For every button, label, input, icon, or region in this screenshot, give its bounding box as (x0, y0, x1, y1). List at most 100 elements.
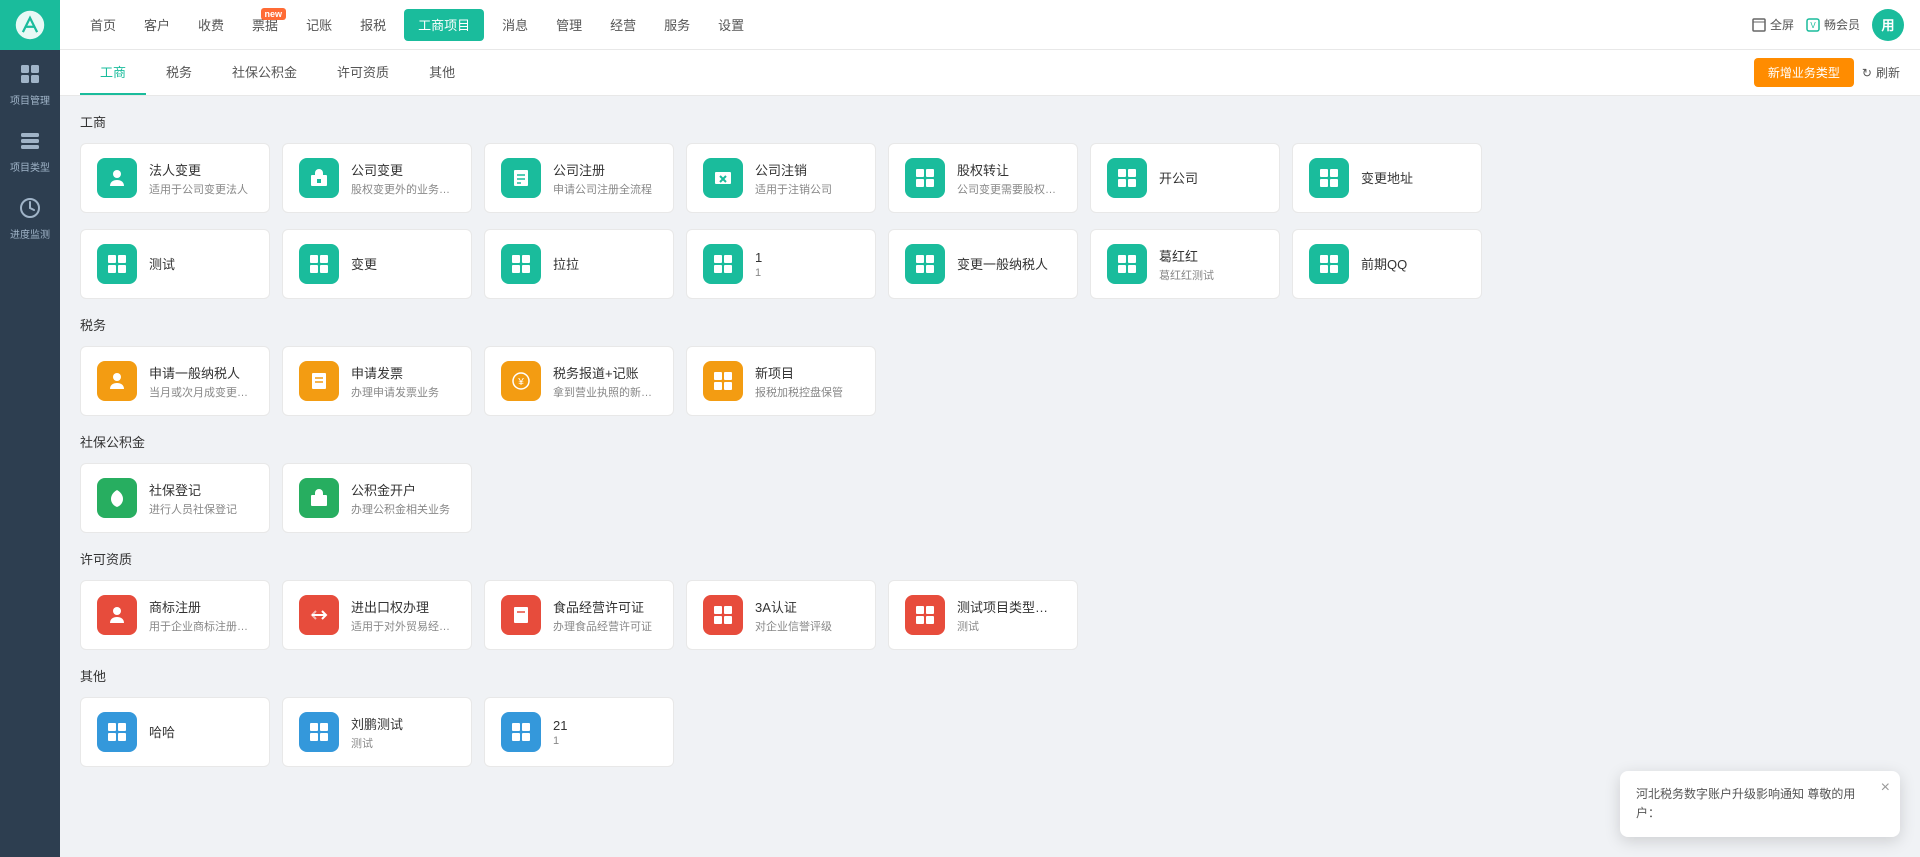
card-import-export[interactable]: 进出口权办理 适用于对外贸易经营者 (282, 580, 472, 650)
card-icon-mohonghong (1107, 244, 1147, 284)
card-3a-cert[interactable]: 3A认证 对企业信誉评级 (686, 580, 876, 650)
vip-btn[interactable]: V 畅会员 (1806, 16, 1860, 33)
card-haha[interactable]: 哈哈 (80, 697, 270, 767)
card-icon-liupeng-test (299, 712, 339, 752)
card-icon-social-register (97, 478, 137, 518)
card-legal-change[interactable]: 法人变更 适用于公司变更法人 (80, 143, 270, 213)
section-title-license: 许可资质 (80, 549, 1900, 568)
nav-messages[interactable]: 消息 (488, 0, 542, 50)
card-icon-change-taxpayer (905, 244, 945, 284)
subtab-industrial[interactable]: 工商 (80, 50, 146, 95)
topnav: 首页 客户 收费 票据 new 记账 报税 工商项目 消息 管理 经营 服务 设… (60, 0, 1920, 50)
card-apply-taxpayer[interactable]: 申请一般纳税人 当月或次月成变更完成 (80, 346, 270, 416)
card-trademark[interactable]: 商标注册 用于企业商标注册服务 (80, 580, 270, 650)
sidebar-item-project-type[interactable]: 项目类型 (0, 117, 60, 184)
inner-content: 工商 法人变更 适用于公司变更法人 (60, 96, 1920, 857)
new-type-button[interactable]: 新增业务类型 (1754, 58, 1854, 87)
project-manage-icon (16, 60, 44, 88)
tickets-badge: new (261, 8, 287, 20)
card-icon-change-address (1309, 158, 1349, 198)
cards-grid-industrial2: 测试 变更 (80, 229, 1900, 299)
svg-text:¥: ¥ (517, 377, 524, 388)
card-change[interactable]: 变更 (282, 229, 472, 299)
subtab-tax[interactable]: 税务 (146, 50, 212, 95)
nav-accounting[interactable]: 记账 (292, 0, 346, 50)
cards-grid-other: 哈哈 刘鹏测试 测试 (80, 697, 1900, 767)
card-icon-food-license (501, 595, 541, 635)
notification-popup: × 河北税务数字账户升级影响通知 尊敬的用户： (1620, 771, 1900, 837)
nav-home[interactable]: 首页 (76, 0, 130, 50)
notification-close-btn[interactable]: × (1881, 779, 1890, 797)
nav-management[interactable]: 管理 (542, 0, 596, 50)
card-icon-lala (501, 244, 541, 284)
card-apply-invoice[interactable]: 申请发票 办理申请发票业务 (282, 346, 472, 416)
nav-tax[interactable]: 报税 (346, 0, 400, 50)
refresh-button[interactable]: ↻ 刷新 (1862, 64, 1900, 81)
nav-settings[interactable]: 设置 (704, 0, 758, 50)
refresh-icon: ↻ (1862, 66, 1872, 80)
card-icon-change (299, 244, 339, 284)
card-icon-apply-invoice (299, 361, 339, 401)
card-icon-open-company (1107, 158, 1147, 198)
card-change-taxpayer[interactable]: 变更一般纳税人 (888, 229, 1078, 299)
card-test[interactable]: 测试 (80, 229, 270, 299)
card-icon-apply-taxpayer (97, 361, 137, 401)
card-icon-one (703, 244, 743, 284)
card-equity-transfer[interactable]: 股权转让 公司变更需要股权转让 (888, 143, 1078, 213)
project-type-icon (16, 127, 44, 155)
cards-grid-social-fund: 社保登记 进行人员社保登记 公积金开户 办理公积金相关业务 (80, 463, 1900, 533)
logo[interactable] (0, 0, 60, 50)
subtab-social-fund[interactable]: 社保公积金 (212, 50, 317, 95)
nav-tickets[interactable]: 票据 new (238, 0, 292, 50)
subtabs-actions: 新增业务类型 ↻ 刷新 (1754, 58, 1900, 87)
section-title-tax: 税务 (80, 315, 1900, 334)
sidebar: 项目管理 项目类型 进度监测 (0, 0, 60, 857)
nav-operations[interactable]: 经营 (596, 0, 650, 50)
avatar[interactable]: 用 (1872, 9, 1904, 41)
card-change-address[interactable]: 变更地址 (1292, 143, 1482, 213)
card-icon-new-project (703, 361, 743, 401)
card-one[interactable]: 1 1 (686, 229, 876, 299)
nav-industrial[interactable]: 工商项目 (404, 9, 484, 41)
nav-services[interactable]: 服务 (650, 0, 704, 50)
nav-customer[interactable]: 客户 (130, 0, 184, 50)
subtabs-bar: 工商 税务 社保公积金 许可资质 其他 新增业务类型 ↻ 刷新 (60, 50, 1920, 96)
cards-grid-industrial: 法人变更 适用于公司变更法人 公司变更 股权变更外的业务变更 (80, 143, 1900, 213)
card-open-company[interactable]: 开公司 (1090, 143, 1280, 213)
topnav-right: 全屏 V 畅会员 用 (1752, 9, 1904, 41)
card-icon-3a-cert (703, 595, 743, 635)
notification-content: 河北税务数字账户升级影响通知 尊敬的用户： (1636, 785, 1884, 823)
subtab-other[interactable]: 其他 (409, 50, 475, 95)
card-tax-report[interactable]: ¥ 税务报道+记账 拿到营业执照的新公司 (484, 346, 674, 416)
card-social-register[interactable]: 社保登记 进行人员社保登记 (80, 463, 270, 533)
card-company-cancel[interactable]: 公司注销 适用于注销公司 (686, 143, 876, 213)
cards-grid-tax: 申请一般纳税人 当月或次月成变更完成 申请发票 办理申请发票业务 ¥ (80, 346, 1900, 416)
card-icon-twenty-one (501, 712, 541, 752)
card-test-project-type[interactable]: 测试项目类型目定义 测试 (888, 580, 1078, 650)
card-icon-company-register (501, 158, 541, 198)
card-front-qq[interactable]: 前期QQ (1292, 229, 1482, 299)
card-mohonghong[interactable]: 葛红红 葛红红测试 (1090, 229, 1280, 299)
card-twenty-one[interactable]: 21 1 (484, 697, 674, 767)
card-icon-legal-change (97, 158, 137, 198)
card-liupeng-test[interactable]: 刘鹏测试 测试 (282, 697, 472, 767)
sidebar-item-progress-monitor[interactable]: 进度监测 (0, 184, 60, 251)
sidebar-item-project-manage[interactable]: 项目管理 (0, 50, 60, 117)
section-title-other: 其他 (80, 666, 1900, 685)
nav-billing[interactable]: 收费 (184, 0, 238, 50)
card-lala[interactable]: 拉拉 (484, 229, 674, 299)
card-icon-test-project-type (905, 595, 945, 635)
fullscreen-btn[interactable]: 全屏 (1752, 16, 1794, 33)
subtab-license[interactable]: 许可资质 (317, 50, 409, 95)
card-company-change[interactable]: 公司变更 股权变更外的业务变更 (282, 143, 472, 213)
content-area: 工商 税务 社保公积金 许可资质 其他 新增业务类型 ↻ 刷新 工商 (60, 50, 1920, 857)
card-new-project[interactable]: 新项目 报税加税控盘保管 (686, 346, 876, 416)
section-title-industrial: 工商 (80, 112, 1900, 131)
card-fund-open[interactable]: 公积金开户 办理公积金相关业务 (282, 463, 472, 533)
cards-grid-license: 商标注册 用于企业商标注册服务 进出口权办理 适用于对外贸易经营者 (80, 580, 1900, 650)
main-area: 首页 客户 收费 票据 new 记账 报税 工商项目 消息 管理 经营 服务 设… (60, 0, 1920, 857)
card-company-register[interactable]: 公司注册 申请公司注册全流程 (484, 143, 674, 213)
card-icon-fund-open (299, 478, 339, 518)
card-icon-haha (97, 712, 137, 752)
card-food-license[interactable]: 食品经营许可证 办理食品经营许可证 (484, 580, 674, 650)
